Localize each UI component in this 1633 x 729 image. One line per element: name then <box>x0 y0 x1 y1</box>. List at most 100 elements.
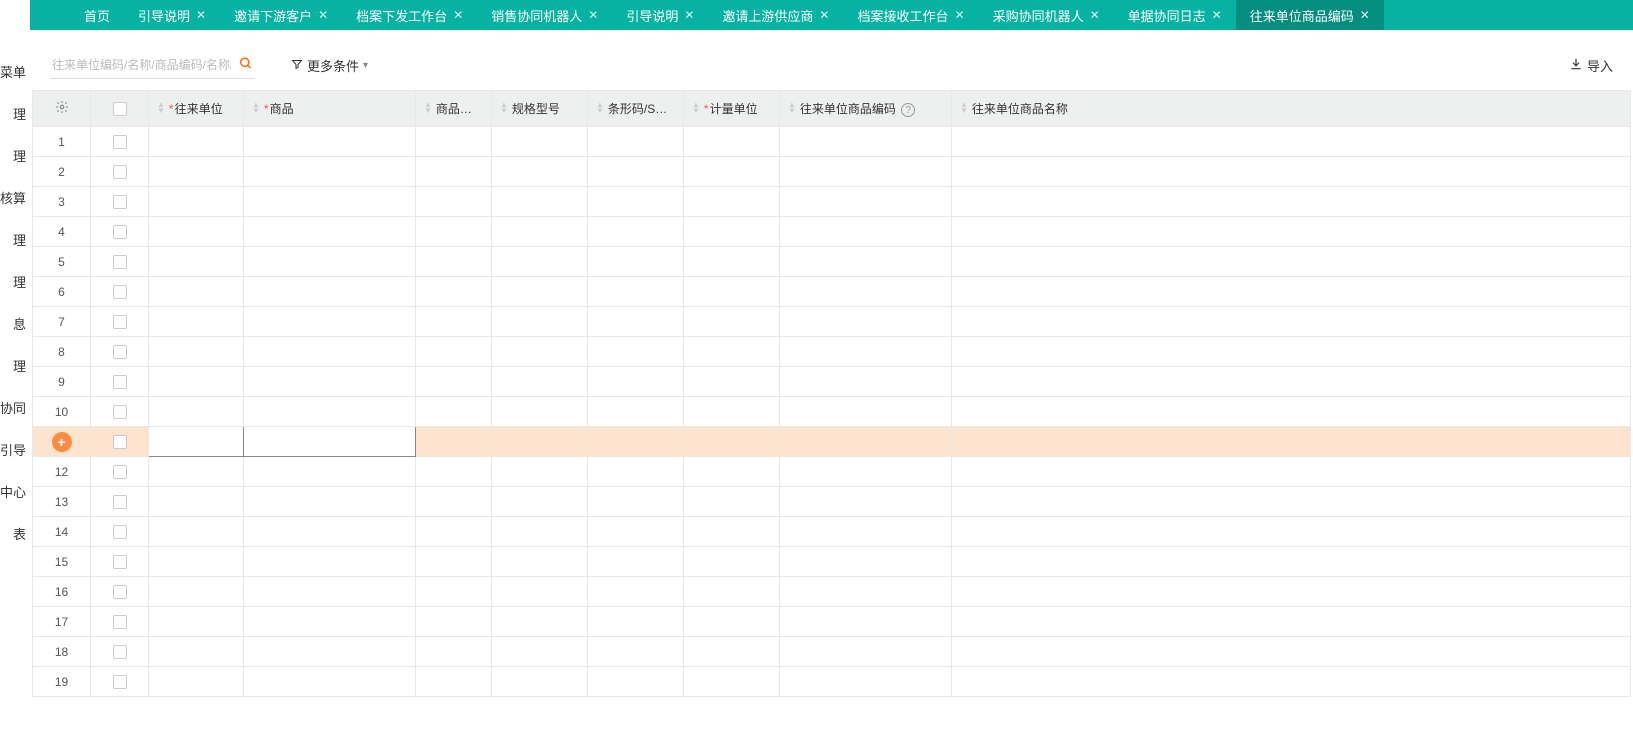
data-cell[interactable] <box>416 427 492 457</box>
sidebar-item[interactable]: 息 <box>0 302 30 344</box>
data-cell[interactable] <box>588 277 684 307</box>
sidebar-item[interactable]: 理 <box>0 218 30 260</box>
data-cell[interactable] <box>684 667 780 697</box>
sidebar-item[interactable]: 引导 <box>0 428 30 470</box>
export-button[interactable]: 导入 <box>1569 56 1613 75</box>
sort-icon[interactable] <box>424 101 432 115</box>
data-cell[interactable] <box>492 367 588 397</box>
data-cell[interactable] <box>780 577 952 607</box>
data-cell[interactable] <box>416 607 492 637</box>
sidebar-item[interactable]: 协同 <box>0 386 30 428</box>
row-checkbox-cell[interactable] <box>91 247 149 277</box>
table-row[interactable]: 7 <box>33 307 1631 337</box>
data-cell[interactable] <box>149 127 244 157</box>
data-cell[interactable] <box>780 667 952 697</box>
row-checkbox-cell[interactable] <box>91 307 149 337</box>
row-checkbox-cell[interactable] <box>91 217 149 247</box>
data-cell[interactable] <box>588 337 684 367</box>
data-cell[interactable] <box>588 577 684 607</box>
row-checkbox-cell[interactable] <box>91 187 149 217</box>
data-cell[interactable] <box>588 157 684 187</box>
data-cell[interactable] <box>588 637 684 667</box>
data-cell[interactable] <box>149 217 244 247</box>
data-cell[interactable] <box>684 397 780 427</box>
close-icon[interactable]: ✕ <box>318 8 328 22</box>
col-check-header[interactable] <box>91 91 149 127</box>
table-row[interactable]: 17 <box>33 607 1631 637</box>
search-icon[interactable] <box>239 57 253 74</box>
data-cell[interactable] <box>780 247 952 277</box>
data-cell[interactable] <box>780 367 952 397</box>
data-cell[interactable] <box>244 367 416 397</box>
close-icon[interactable]: ✕ <box>1360 8 1370 22</box>
row-checkbox[interactable] <box>113 435 127 449</box>
tab[interactable]: 往来单位商品编码✕ <box>1236 0 1384 30</box>
data-cell[interactable] <box>149 397 244 427</box>
data-cell[interactable] <box>684 487 780 517</box>
sidebar-item[interactable]: 表 <box>0 512 30 554</box>
data-cell[interactable] <box>588 487 684 517</box>
data-cell[interactable] <box>952 667 1631 697</box>
data-cell[interactable] <box>416 307 492 337</box>
data-cell[interactable] <box>492 577 588 607</box>
data-cell[interactable] <box>952 277 1631 307</box>
data-cell[interactable] <box>684 277 780 307</box>
data-cell[interactable] <box>149 367 244 397</box>
data-cell[interactable] <box>149 427 244 457</box>
table-row[interactable]: 5 <box>33 247 1631 277</box>
col-measure-header[interactable]: *计量单位 <box>684 91 780 127</box>
data-cell[interactable] <box>416 157 492 187</box>
data-cell[interactable] <box>588 457 684 487</box>
row-checkbox[interactable] <box>113 405 127 419</box>
data-cell[interactable] <box>780 487 952 517</box>
data-cell[interactable] <box>244 577 416 607</box>
sidebar-item[interactable]: 理 <box>0 344 30 386</box>
data-cell[interactable] <box>492 217 588 247</box>
row-checkbox[interactable] <box>113 645 127 659</box>
close-icon[interactable]: ✕ <box>1212 8 1222 22</box>
data-cell[interactable] <box>780 637 952 667</box>
row-checkbox[interactable] <box>113 585 127 599</box>
data-cell[interactable] <box>416 457 492 487</box>
data-cell[interactable] <box>952 637 1631 667</box>
row-checkbox[interactable] <box>113 375 127 389</box>
data-cell[interactable] <box>149 247 244 277</box>
data-cell[interactable] <box>244 427 416 457</box>
data-cell[interactable] <box>588 127 684 157</box>
data-cell[interactable] <box>588 187 684 217</box>
table-row[interactable]: 6 <box>33 277 1631 307</box>
more-filter-button[interactable]: 更多条件 ▾ <box>291 56 368 75</box>
data-cell[interactable] <box>492 337 588 367</box>
sort-icon[interactable] <box>596 101 604 115</box>
row-checkbox[interactable] <box>113 135 127 149</box>
row-checkbox[interactable] <box>113 285 127 299</box>
data-cell[interactable] <box>149 487 244 517</box>
tab[interactable]: 首页 <box>70 0 124 30</box>
data-cell[interactable] <box>416 247 492 277</box>
data-cell[interactable] <box>684 637 780 667</box>
data-cell[interactable] <box>684 247 780 277</box>
data-cell[interactable] <box>149 307 244 337</box>
sort-icon[interactable] <box>692 101 700 115</box>
data-cell[interactable] <box>684 187 780 217</box>
sidebar-item[interactable]: 理 <box>0 134 30 176</box>
help-icon[interactable]: ? <box>901 103 915 117</box>
data-cell[interactable] <box>149 157 244 187</box>
data-cell[interactable] <box>149 517 244 547</box>
sidebar-item[interactable]: 菜单 <box>0 50 30 92</box>
row-checkbox-cell[interactable] <box>91 547 149 577</box>
sort-icon[interactable] <box>252 101 260 115</box>
col-gear-header[interactable] <box>33 91 91 127</box>
close-icon[interactable]: ✕ <box>453 8 463 22</box>
data-cell[interactable] <box>588 667 684 697</box>
col-barcode-header[interactable]: 条形码/S… <box>588 91 684 127</box>
data-cell[interactable] <box>588 547 684 577</box>
row-checkbox[interactable] <box>113 615 127 629</box>
data-cell[interactable] <box>684 367 780 397</box>
close-icon[interactable]: ✕ <box>955 8 965 22</box>
row-checkbox-cell[interactable] <box>91 157 149 187</box>
data-cell[interactable] <box>952 187 1631 217</box>
data-cell[interactable] <box>492 637 588 667</box>
row-checkbox-cell[interactable] <box>91 397 149 427</box>
sort-icon[interactable] <box>500 101 508 115</box>
